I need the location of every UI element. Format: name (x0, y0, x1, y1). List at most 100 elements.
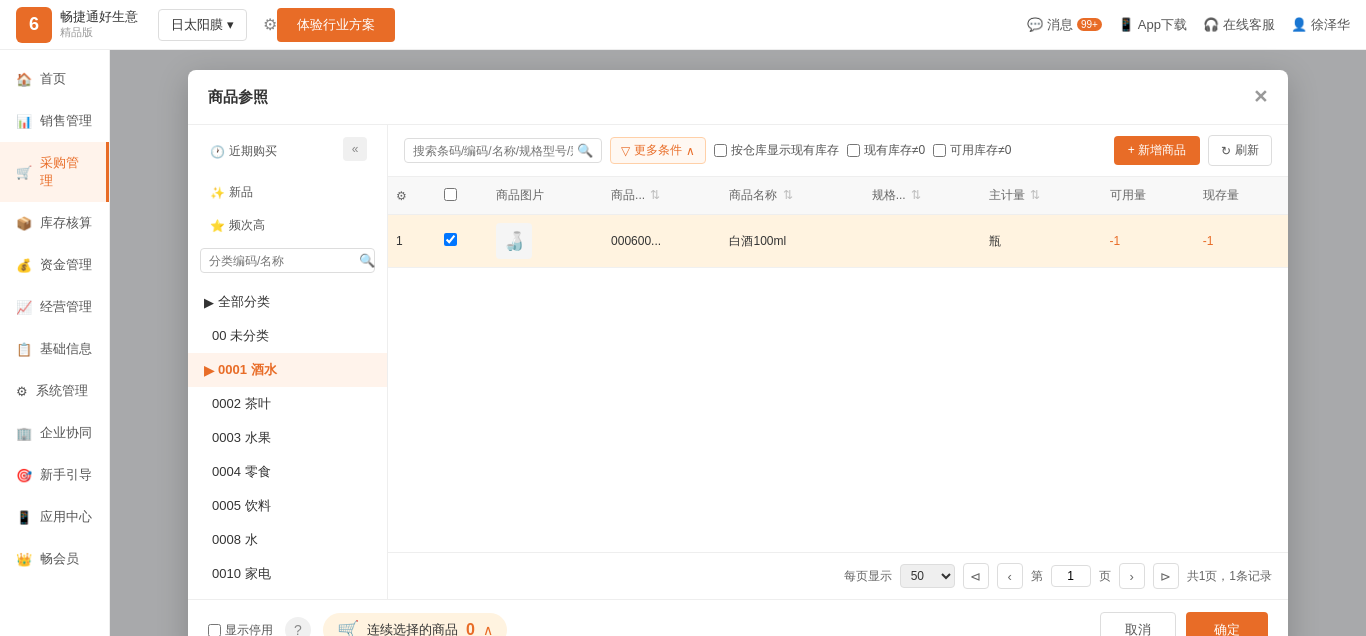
notification-btn[interactable]: 💬 消息 99+ (1027, 16, 1102, 34)
online-service-btn[interactable]: 🎧 在线客服 (1203, 16, 1275, 34)
category-item-00[interactable]: 00 未分类 (188, 319, 387, 353)
sidebar-item-guide[interactable]: 🎯 新手引导 (0, 454, 109, 496)
col-name[interactable]: 商品名称 ⇅ (721, 177, 863, 215)
category-item-0002[interactable]: 0002 茶叶 (188, 387, 387, 421)
operation-icon: 📈 (16, 300, 32, 315)
category-item-all[interactable]: ▶ 全部分类 (188, 285, 387, 319)
guide-icon: 🎯 (16, 468, 32, 483)
current-page-input[interactable] (1051, 565, 1091, 587)
search-icon: 🔍 (577, 143, 593, 158)
sidebar-item-member[interactable]: 👑 畅会员 (0, 538, 109, 580)
sidebar-item-system[interactable]: ⚙ 系统管理 (0, 370, 109, 412)
arrow-right-icon: ▶ (204, 363, 214, 378)
warehouse-stock-checkbox-label[interactable]: 按仓库显示现有库存 (714, 142, 839, 159)
product-search-box[interactable]: 🔍 (404, 138, 602, 163)
username-label: 徐泽华 (1311, 16, 1350, 34)
last-page-button[interactable]: ⊳ (1153, 563, 1179, 589)
sidebar-item-finance[interactable]: 💰 资金管理 (0, 244, 109, 286)
logo-text-area: 畅捷通好生意 精品版 (60, 9, 138, 41)
bell-icon: 💬 (1027, 17, 1043, 32)
sidebar-item-purchase[interactable]: 🛒 采购管理 (0, 142, 109, 202)
sidebar-label: 库存核算 (40, 214, 92, 232)
nonzero-available-checkbox-label[interactable]: 可用库存≠0 (933, 142, 1011, 159)
col-stock[interactable]: 现存量 (1195, 177, 1288, 215)
logo-icon: 6 (16, 7, 52, 43)
category-item-0010[interactable]: 0010 家电 (188, 557, 387, 587)
finance-icon: 💰 (16, 258, 32, 273)
col-spec[interactable]: 规格... ⇅ (864, 177, 981, 215)
category-search-box[interactable]: 🔍 (200, 248, 375, 273)
col-image: 商品图片 (488, 177, 603, 215)
trial-btn[interactable]: 体验行业方案 (277, 8, 395, 42)
category-item-0001[interactable]: ▶ 0001 酒水 (188, 353, 387, 387)
sidebar-item-inventory[interactable]: 📦 库存核算 (0, 202, 109, 244)
product-search-input[interactable] (413, 144, 573, 158)
refresh-button[interactable]: ↻ 刷新 (1208, 135, 1272, 166)
sidebar-item-enterprise[interactable]: 🏢 企业协同 (0, 412, 109, 454)
confirm-button[interactable]: 确定 (1186, 612, 1268, 636)
nonzero-stock-checkbox[interactable] (847, 144, 860, 157)
sidebar-label: 应用中心 (40, 508, 92, 526)
col-code[interactable]: 商品... ⇅ (603, 177, 721, 215)
modal-close-button[interactable]: ✕ (1253, 86, 1268, 108)
show-disabled-checkbox-label[interactable]: 显示停用 (208, 622, 273, 637)
sidebar-item-home[interactable]: 🏠 首页 (0, 58, 109, 100)
add-product-button[interactable]: + 新增商品 (1114, 136, 1200, 165)
nonzero-stock-checkbox-label[interactable]: 现有库存≠0 (847, 142, 925, 159)
more-filter-button[interactable]: ▽ 更多条件 ∧ (610, 137, 706, 164)
purchase-icon: 🛒 (16, 165, 32, 180)
next-page-button[interactable]: › (1119, 563, 1145, 589)
show-disabled-checkbox[interactable] (208, 624, 221, 637)
category-item-0004[interactable]: 0004 零食 (188, 455, 387, 489)
category-item-0005[interactable]: 0005 饮料 (188, 489, 387, 523)
col-available[interactable]: 可用量 (1102, 177, 1195, 215)
row-stock: -1 (1195, 215, 1288, 268)
sidebar: 🏠 首页 📊 销售管理 🛒 采购管理 📦 库存核算 💰 资金管理 📈 经营管理 … (0, 50, 110, 636)
system-icon: ⚙ (16, 384, 28, 399)
row-checkbox[interactable] (444, 233, 457, 246)
col-settings[interactable]: ⚙ (388, 177, 436, 215)
category-list: ▶ 全部分类 00 未分类 ▶ 0001 酒水 0002 茶叶 0003 水果 … (188, 285, 387, 587)
modal-title: 商品参照 (208, 88, 268, 107)
prev-page-button[interactable]: ‹ (997, 563, 1023, 589)
frequency-icon: ⭐ (210, 219, 225, 233)
product-thumbnail: 🍶 (496, 223, 532, 259)
sidebar-label: 首页 (40, 70, 66, 88)
category-search-input[interactable] (209, 254, 359, 268)
col-unit[interactable]: 主计量 ⇅ (981, 177, 1102, 215)
tab-frequent[interactable]: ⭐ 频次高 (200, 211, 375, 240)
cart-chevron-up-icon[interactable]: ∧ (483, 622, 493, 636)
basic-icon: 📋 (16, 342, 32, 357)
select-all-checkbox[interactable] (444, 188, 457, 201)
tab-recent-purchase[interactable]: 🕐 近期购买 (200, 137, 287, 166)
cancel-button[interactable]: 取消 (1100, 612, 1176, 636)
page-label: 第 (1031, 568, 1043, 585)
app-download-btn[interactable]: 📱 App下载 (1118, 16, 1187, 34)
sidebar-label: 企业协同 (40, 424, 92, 442)
collapse-panel-button[interactable]: « (343, 137, 367, 161)
enterprise-icon: 🏢 (16, 426, 32, 441)
footer-actions: 取消 确定 (1100, 612, 1268, 636)
tab-new-product[interactable]: ✨ 新品 (200, 178, 375, 207)
sidebar-item-sales[interactable]: 📊 销售管理 (0, 100, 109, 142)
sidebar-item-app[interactable]: 📱 应用中心 (0, 496, 109, 538)
nonzero-available-checkbox[interactable] (933, 144, 946, 157)
per-page-label: 每页显示 (844, 568, 892, 585)
row-checkbox-cell[interactable] (436, 215, 488, 268)
sidebar-item-operation[interactable]: 📈 经营管理 (0, 286, 109, 328)
sidebar-label: 销售管理 (40, 112, 92, 130)
gear-icon[interactable]: ⚙ (263, 15, 277, 34)
sidebar-item-basic[interactable]: 📋 基础信息 (0, 328, 109, 370)
chevron-up-icon: ∧ (686, 144, 695, 158)
col-checkbox[interactable] (436, 177, 488, 215)
category-item-0008[interactable]: 0008 水 (188, 523, 387, 557)
nav-selector[interactable]: 日太阳膜 ▾ (158, 9, 247, 41)
help-icon-button[interactable]: ? (285, 617, 311, 636)
home-icon: 🏠 (16, 72, 32, 87)
category-item-0003[interactable]: 0003 水果 (188, 421, 387, 455)
first-page-button[interactable]: ⊲ (963, 563, 989, 589)
user-profile-btn[interactable]: 👤 徐泽华 (1291, 16, 1350, 34)
table-row[interactable]: 1 🍶 000600... 白酒100ml 瓶 (388, 215, 1288, 268)
warehouse-stock-checkbox[interactable] (714, 144, 727, 157)
per-page-select[interactable]: 50 100 200 (900, 564, 955, 588)
